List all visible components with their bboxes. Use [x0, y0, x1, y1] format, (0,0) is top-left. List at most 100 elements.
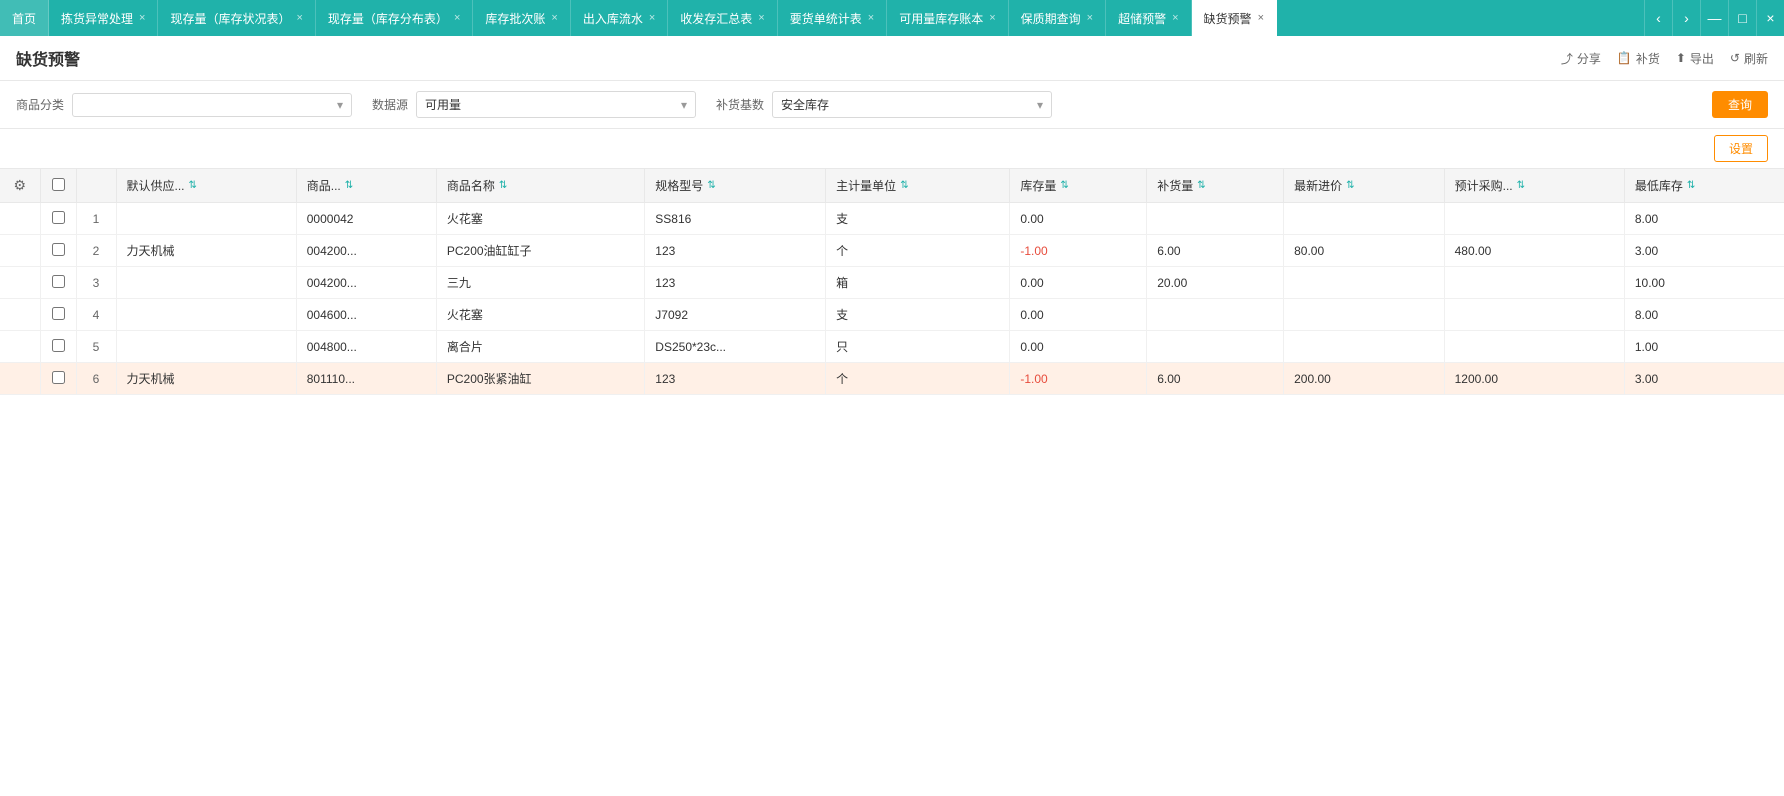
settings-button[interactable]: 设置 — [1714, 135, 1768, 162]
table-row: 3 004200... 三九 123 箱 0.00 20.00 10.00 — [0, 267, 1784, 299]
th-spec-label: 规格型号 — [655, 177, 703, 194]
row-checkbox[interactable] — [52, 243, 65, 256]
tab-close-icon[interactable]: × — [868, 12, 874, 24]
share-label: 分享 — [1577, 50, 1601, 67]
td-checkbox[interactable] — [40, 331, 76, 363]
category-filter-group: 商品分类 ▾ — [16, 93, 352, 117]
td-unit: 个 — [826, 363, 1010, 395]
td-unit: 只 — [826, 331, 1010, 363]
td-num: 5 — [76, 331, 116, 363]
td-estimated-purchase — [1444, 267, 1624, 299]
th-num — [76, 169, 116, 203]
tab-close-icon[interactable]: × — [139, 12, 145, 24]
th-product-name-label: 商品名称 — [447, 177, 495, 194]
tab-label: 保质期查询 — [1021, 10, 1081, 27]
tab-close-icon[interactable]: × — [454, 12, 460, 24]
td-num: 6 — [76, 363, 116, 395]
datasource-filter-label: 数据源 — [372, 96, 408, 113]
td-checkbox[interactable] — [40, 203, 76, 235]
tab-inventory-status[interactable]: 现存量（库存状况表） × — [158, 0, 315, 36]
table-settings-icon[interactable]: ⚙ — [13, 177, 26, 193]
td-latest-price — [1284, 267, 1445, 299]
tab-picking-exception[interactable]: 拣货异常处理 × — [49, 0, 158, 36]
th-spec[interactable]: 规格型号 ⇅ — [645, 169, 826, 203]
td-product-name: 火花塞 — [436, 203, 644, 235]
th-estimated-purchase[interactable]: 预计采购... ⇅ — [1444, 169, 1624, 203]
th-estimated-purchase-label: 预计采购... — [1455, 177, 1513, 194]
td-gear — [0, 203, 40, 235]
tab-close-icon[interactable]: × — [551, 12, 557, 24]
replenish-button[interactable]: 📋 补货 — [1617, 50, 1660, 67]
sort-icon: ⇅ — [707, 180, 715, 191]
td-product-code: 0000042 — [296, 203, 436, 235]
table-container: ⚙ 默认供应... ⇅ 商品... — [0, 169, 1784, 395]
tab-minimize-button[interactable]: — — [1700, 0, 1728, 36]
tab-expiry-query[interactable]: 保质期查询 × — [1009, 0, 1106, 36]
query-button[interactable]: 查询 — [1712, 91, 1768, 118]
tab-close-icon[interactable]: × — [1258, 12, 1264, 24]
td-gear — [0, 363, 40, 395]
tab-close-icon[interactable]: × — [1172, 12, 1178, 24]
th-replenish[interactable]: 补货量 ⇅ — [1147, 169, 1284, 203]
td-default-supplier: 力天机械 — [116, 235, 296, 267]
tab-overstock-warning[interactable]: 超储预警 × — [1106, 0, 1191, 36]
th-min-stock[interactable]: 最低库存 ⇅ — [1624, 169, 1784, 203]
select-all-checkbox[interactable] — [52, 178, 65, 191]
tab-label: 现存量（库存状况表） — [170, 10, 290, 27]
tab-shortage-warning[interactable]: 缺货预警 × — [1192, 0, 1277, 36]
td-checkbox[interactable] — [40, 267, 76, 299]
td-default-supplier — [116, 299, 296, 331]
datasource-select[interactable]: 可用量 ▾ — [416, 91, 696, 118]
tab-next-button[interactable]: › — [1672, 0, 1700, 36]
td-product-code: 004200... — [296, 267, 436, 299]
th-product-name[interactable]: 商品名称 ⇅ — [436, 169, 644, 203]
td-latest-price — [1284, 203, 1445, 235]
tab-inventory-dist[interactable]: 现存量（库存分布表） × — [316, 0, 473, 36]
tab-label: 超储预警 — [1118, 10, 1166, 27]
row-checkbox[interactable] — [52, 211, 65, 224]
th-product-code[interactable]: 商品... ⇅ — [296, 169, 436, 203]
refresh-button[interactable]: ↺ 刷新 — [1730, 50, 1768, 67]
th-settings[interactable]: ⚙ — [0, 169, 40, 203]
row-checkbox[interactable] — [52, 275, 65, 288]
row-checkbox[interactable] — [52, 339, 65, 352]
tab-demand-stats[interactable]: 要货单统计表 × — [778, 0, 887, 36]
tab-batch-account[interactable]: 库存批次账 × — [473, 0, 570, 36]
tab-close-icon[interactable]: × — [1087, 12, 1093, 24]
tab-label: 可用量库存账本 — [899, 10, 983, 27]
category-select[interactable]: ▾ — [72, 93, 352, 117]
td-spec: 123 — [645, 235, 826, 267]
tab-inout-flow[interactable]: 出入库流水 × — [571, 0, 668, 36]
tab-home[interactable]: 首页 — [0, 0, 49, 36]
td-replenish: 6.00 — [1147, 235, 1284, 267]
td-latest-price — [1284, 331, 1445, 363]
export-button[interactable]: ⬆ 导出 — [1676, 50, 1714, 67]
tab-maximize-button[interactable]: □ — [1728, 0, 1756, 36]
th-latest-price[interactable]: 最新进价 ⇅ — [1284, 169, 1445, 203]
replenish-base-select[interactable]: 安全库存 ▾ — [772, 91, 1052, 118]
row-checkbox[interactable] — [52, 307, 65, 320]
tab-close-icon[interactable]: × — [649, 12, 655, 24]
tab-close-icon[interactable]: × — [296, 12, 302, 24]
td-checkbox[interactable] — [40, 363, 76, 395]
td-num: 2 — [76, 235, 116, 267]
tab-close-icon[interactable]: × — [989, 12, 995, 24]
td-gear — [0, 235, 40, 267]
tab-available-stock[interactable]: 可用量库存账本 × — [887, 0, 1008, 36]
th-unit[interactable]: 主计量单位 ⇅ — [826, 169, 1010, 203]
th-latest-price-label: 最新进价 — [1294, 177, 1342, 194]
tab-close-window-button[interactable]: × — [1756, 0, 1784, 36]
tab-receive-summary[interactable]: 收发存汇总表 × — [668, 0, 777, 36]
tab-prev-button[interactable]: ‹ — [1644, 0, 1672, 36]
th-stock[interactable]: 库存量 ⇅ — [1010, 169, 1147, 203]
td-checkbox[interactable] — [40, 235, 76, 267]
td-latest-price: 80.00 — [1284, 235, 1445, 267]
share-button[interactable]: ⤴ 分享 — [1561, 50, 1601, 67]
td-checkbox[interactable] — [40, 299, 76, 331]
category-arrow-icon: ▾ — [337, 98, 343, 112]
row-checkbox[interactable] — [52, 371, 65, 384]
tab-close-icon[interactable]: × — [758, 12, 764, 24]
th-default-supplier[interactable]: 默认供应... ⇅ — [116, 169, 296, 203]
td-replenish — [1147, 331, 1284, 363]
table-row: 2 力天机械 004200... PC200油缸缸子 123 个 -1.00 6… — [0, 235, 1784, 267]
